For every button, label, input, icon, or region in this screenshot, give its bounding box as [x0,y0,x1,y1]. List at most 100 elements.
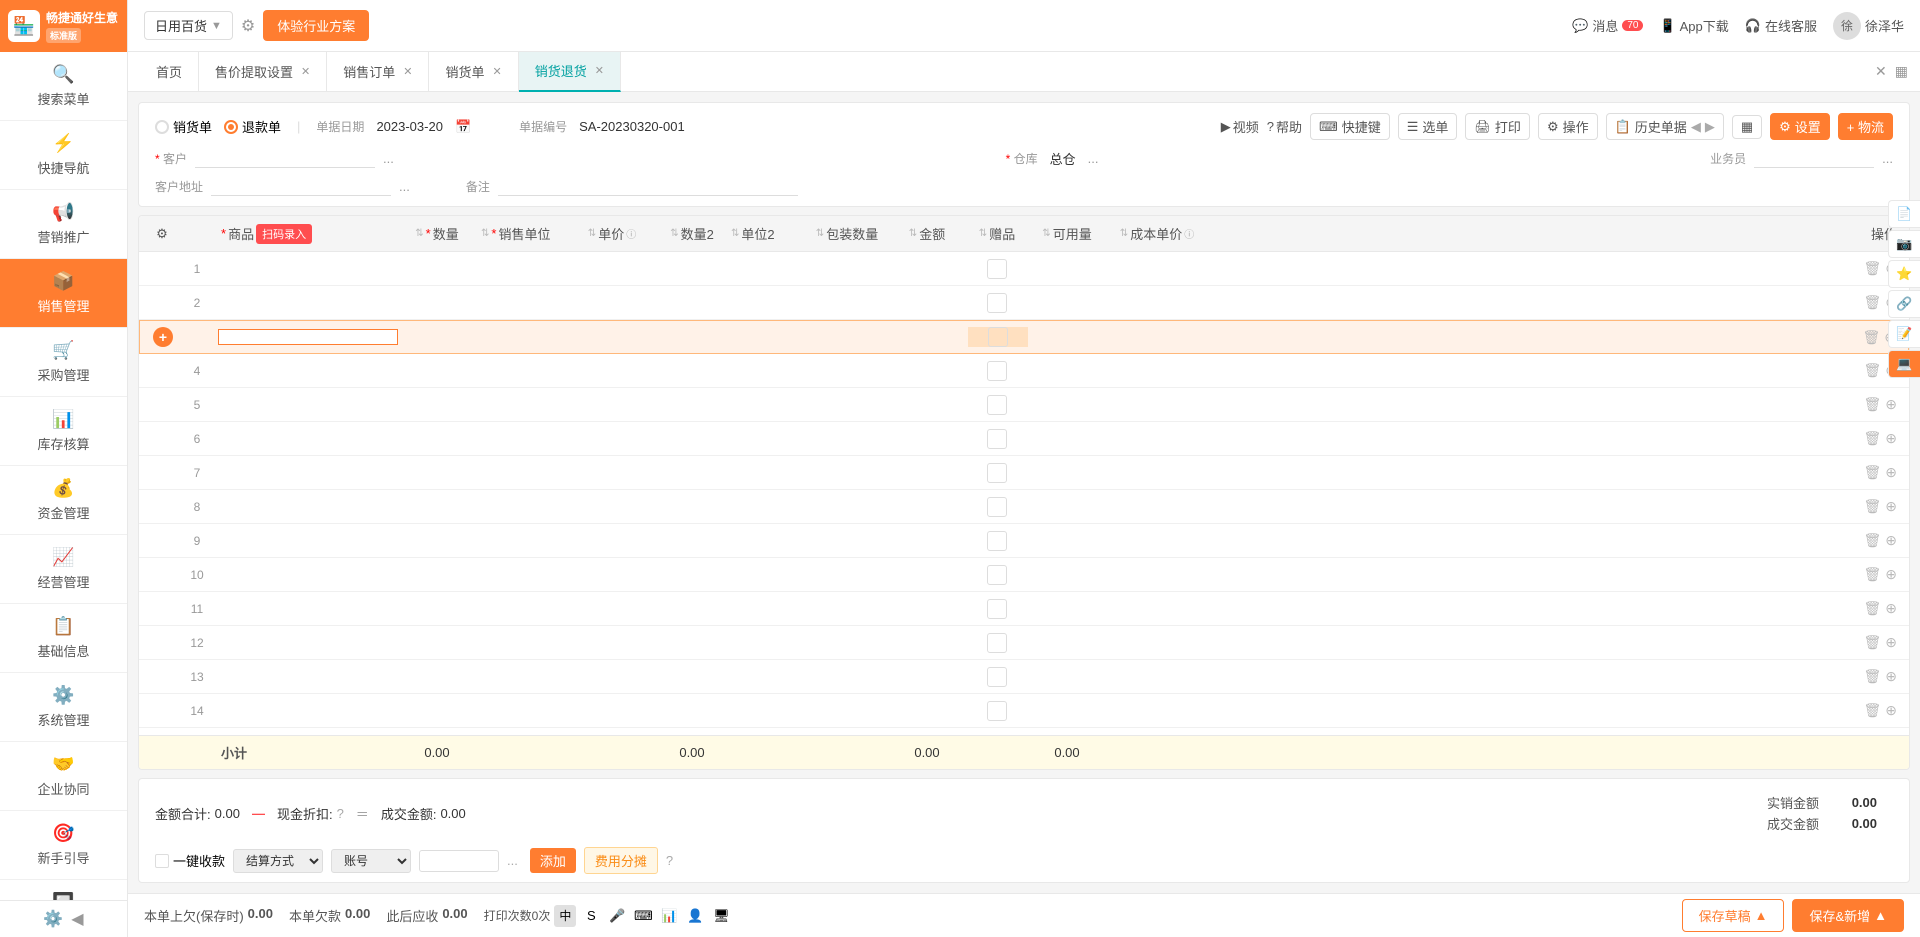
tab-sales-order[interactable]: 销售订单 ✕ [327,52,429,92]
toolbar-history[interactable]: 📋 历史单据 ◀ ▶ [1606,113,1724,140]
copy-icon-6[interactable]: ⊕ [1885,430,1897,447]
account-select[interactable]: 账号 [331,849,411,873]
rs-item-2[interactable]: 📷 [1888,230,1920,258]
tabs-menu-icon[interactable]: ▦ [1895,63,1908,80]
footer-tool-2[interactable]: S [580,905,602,927]
industry-select[interactable]: 日用百货 ▼ [144,11,233,40]
sidebar-item-purchase[interactable]: 🛒 采购管理 [0,328,127,397]
note-input[interactable] [498,176,798,196]
add-payment-btn[interactable]: 添加 [530,848,576,873]
salesperson-input[interactable] [1754,148,1874,168]
copy-icon-7[interactable]: ⊕ [1885,464,1897,481]
user-item[interactable]: 徐 徐泽华 [1833,12,1904,40]
gift-checkbox-2[interactable] [987,293,1007,313]
footer-tool-7[interactable]: 🖥 [710,905,732,927]
toolbar-view-toggle[interactable]: ▦ [1732,115,1762,139]
tab-price[interactable]: 售价提取设置 ✕ [199,52,327,92]
footer-tool-1[interactable]: 中 [554,905,576,927]
td-goods-active[interactable] [218,329,398,345]
collapse-icon[interactable]: ◀ [71,909,83,929]
salesperson-dots[interactable]: ... [1882,151,1893,166]
toolbar-logistics[interactable]: + 物流 [1838,113,1893,140]
sidebar-item-search[interactable]: 🔍 搜索菜单 [0,52,127,121]
sidebar-item-basic[interactable]: 📋 基础信息 [0,604,127,673]
sidebar-item-guide[interactable]: 🎯 新手引导 [0,811,127,880]
footer-tool-5[interactable]: 📊 [658,905,680,927]
radio-sales[interactable]: 销货单 [155,117,212,136]
delete-icon-11[interactable]: 🗑 [1863,600,1881,617]
sidebar-item-inventory[interactable]: 📊 库存核算 [0,397,127,466]
toolbar-help[interactable]: ? 帮助 [1267,117,1302,136]
delete-icon-14[interactable]: 🗑 [1863,702,1881,719]
delete-icon-9[interactable]: 🗑 [1863,532,1881,549]
sidebar-item-system[interactable]: ⚙️ 系统管理 [0,673,127,742]
copy-icon-13[interactable]: ⊕ [1885,668,1897,685]
toolbar-select[interactable]: ☰ 选单 [1398,113,1458,140]
calendar-icon[interactable]: 📅 [455,119,471,135]
sidebar-item-apps[interactable]: 🔲 应用中心 [0,880,127,900]
footer-tool-6[interactable]: 👤 [684,905,706,927]
download-item[interactable]: 📱 App下载 [1659,16,1728,35]
sidebar-item-sales[interactable]: 📦 销售管理 [0,259,127,328]
customer-dots[interactable]: ... [383,151,394,166]
toolbar-print[interactable]: 🖨 打印 [1465,113,1530,140]
sidebar-item-finance[interactable]: 💰 资金管理 [0,466,127,535]
delete-icon-7[interactable]: 🗑 [1863,464,1881,481]
tab-sales-return[interactable]: 销货退货 ✕ [519,52,621,92]
sidebar-item-marketing[interactable]: 📢 营销推广 [0,190,127,259]
add-payment-dots[interactable]: ... [507,853,518,868]
th-gear[interactable]: ⚙ [147,226,177,242]
footer-tool-4[interactable]: ⌨ [632,905,654,927]
tab-price-close-icon[interactable]: ✕ [301,65,310,78]
copy-icon-9[interactable]: ⊕ [1885,532,1897,549]
settings-bottom-icon[interactable]: ⚙️ [43,909,63,929]
rs-item-5[interactable]: 📝 [1888,320,1920,348]
delete-icon-10[interactable]: 🗑 [1863,566,1881,583]
split-cost-btn[interactable]: 费用分摊 [584,847,658,874]
one-click-checkbox[interactable] [155,854,169,868]
delete-icon-8[interactable]: 🗑 [1863,498,1881,515]
radio-return[interactable]: 退款单 [224,117,281,136]
copy-icon-12[interactable]: ⊕ [1885,634,1897,651]
toolbar-shortcut[interactable]: ⌨ 快捷键 [1310,113,1390,140]
tab-home[interactable]: 首页 [140,52,199,92]
service-item[interactable]: 🎧 在线客服 [1745,16,1817,35]
tab-sales-close-icon[interactable]: ✕ [493,65,502,78]
one-click-pay-item[interactable]: 一键收款 [155,851,225,870]
message-item[interactable]: 💬 消息 70 [1572,16,1643,35]
toolbar-settings[interactable]: ⚙ 设置 [1770,113,1830,140]
td-gift-1[interactable] [967,259,1027,279]
sidebar-item-cooperation[interactable]: 🤝 企业协同 [0,742,127,811]
rs-item-6[interactable]: 💻 [1888,350,1920,378]
delete-icon-13[interactable]: 🗑 [1863,668,1881,685]
delete-icon-1[interactable]: 🗑 [1863,260,1881,277]
split-help-icon[interactable]: ? [666,853,673,868]
copy-icon-11[interactable]: ⊕ [1885,600,1897,617]
experience-btn[interactable]: 体验行业方案 [263,10,369,41]
tab-sales-return-close-icon[interactable]: ✕ [595,64,604,77]
warehouse-dots[interactable]: ... [1088,151,1099,166]
delete-icon-2[interactable]: 🗑 [1863,294,1881,311]
copy-icon-5[interactable]: ⊕ [1885,396,1897,413]
tab-sales[interactable]: 销货单 ✕ [429,52,518,92]
copy-icon-10[interactable]: ⊕ [1885,566,1897,583]
add-row-button[interactable]: + [153,327,173,347]
rs-item-1[interactable]: 📄 [1888,200,1920,228]
copy-icon-14[interactable]: ⊕ [1885,702,1897,719]
discount-help-icon[interactable]: ? [337,806,344,821]
rs-item-4[interactable]: 🔗 [1888,290,1920,318]
address-dots[interactable]: ... [399,179,410,194]
save-new-btn[interactable]: 保存&新增 ▲ [1792,899,1904,932]
payment-method-select[interactable]: 结算方式 [233,849,323,873]
copy-icon-8[interactable]: ⊕ [1885,498,1897,515]
topbar-gear-icon[interactable]: ⚙ [241,16,255,36]
gift-checkbox-1[interactable] [987,259,1007,279]
toolbar-ops[interactable]: ⚙ 操作 [1538,113,1598,140]
delete-icon-12[interactable]: 🗑 [1863,634,1881,651]
rs-item-3[interactable]: ⭐ [1888,260,1920,288]
sidebar-item-operations[interactable]: 📈 经营管理 [0,535,127,604]
delete-icon-6[interactable]: 🗑 [1863,430,1881,447]
address-input[interactable] [211,176,391,196]
toolbar-video[interactable]: ▶ 视频 [1221,117,1259,136]
tab-sales-order-close-icon[interactable]: ✕ [403,65,412,78]
